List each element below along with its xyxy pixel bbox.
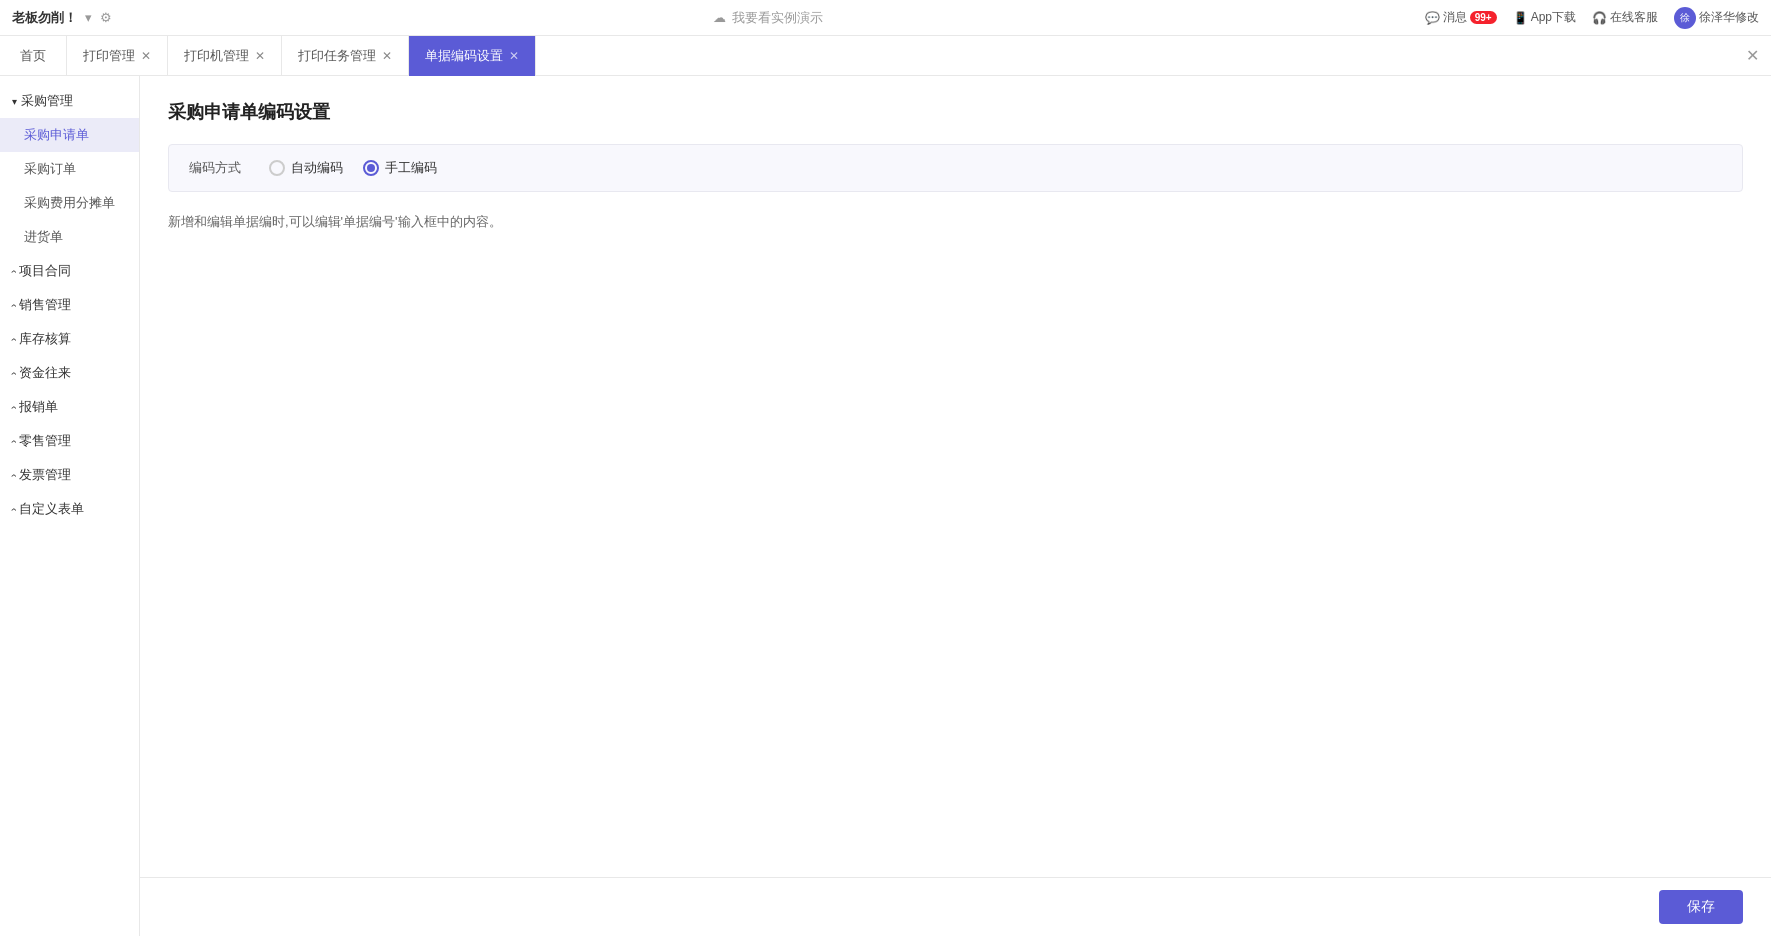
radio-auto-label: 自动编码 <box>291 159 343 177</box>
sidebar-group-label-returns: 报销单 <box>19 398 58 416</box>
sidebar-group-label-invoice-mgmt: 发票管理 <box>19 466 71 484</box>
encoding-section: 编码方式 自动编码 手工编码 <box>168 144 1743 192</box>
chevron-purchase-mgmt-icon: ▾ <box>12 96 17 107</box>
chevron-down-icon[interactable]: ▾ <box>85 10 92 25</box>
chevron-inventory-icon: › <box>8 337 19 340</box>
tab-barcode-settings-close[interactable]: ✕ <box>509 49 519 63</box>
online-service-btn[interactable]: 🎧 在线客服 <box>1592 9 1658 26</box>
chevron-funds-icon: › <box>8 371 19 374</box>
radio-group-encoding: 自动编码 手工编码 <box>269 159 437 177</box>
sidebar-group-retail-mgmt: › 零售管理 <box>0 424 139 458</box>
sidebar-group-label-sales-mgmt: 销售管理 <box>19 296 71 314</box>
sidebar-group-header-retail-mgmt[interactable]: › 零售管理 <box>0 424 139 458</box>
sidebar-group-header-purchase-mgmt[interactable]: ▾ 采购管理 <box>0 84 139 118</box>
sidebar-group-label-funds: 资金往来 <box>19 364 71 382</box>
sidebar-group-funds: › 资金往来 <box>0 356 139 390</box>
sidebar-group-label-project-contract: 项目合同 <box>19 262 71 280</box>
tab-home[interactable]: 首页 <box>0 36 67 76</box>
user-menu-btn[interactable]: 徐 徐泽华修改 <box>1674 7 1759 29</box>
notification-btn[interactable]: 💬 消息 99+ <box>1425 9 1497 26</box>
cloud-icon: ☁ <box>713 10 726 25</box>
message-icon: 💬 <box>1425 11 1440 25</box>
sidebar-group-custom-forms: › 自定义表单 <box>0 492 139 526</box>
sidebar-group-header-project-contract[interactable]: › 项目合同 <box>0 254 139 288</box>
chevron-custom-forms-icon: › <box>8 507 19 510</box>
content-area: 采购申请单编码设置 编码方式 自动编码 手工编码 新增和编辑单据编时,可以编辑'… <box>140 76 1771 936</box>
top-bar: 老板勿削！ ▾ ⚙ ☁ 我要看实例演示 💬 消息 99+ 📱 App下载 🎧 在… <box>0 0 1771 36</box>
radio-auto-encoding[interactable]: 自动编码 <box>269 159 343 177</box>
headset-icon: 🎧 <box>1592 11 1607 25</box>
app-download-label: App下载 <box>1531 9 1576 26</box>
top-bar-center: ☁ 我要看实例演示 <box>713 9 823 27</box>
page-title: 采购申请单编码设置 <box>168 100 1743 124</box>
avatar: 徐 <box>1674 7 1696 29</box>
sidebar-group-purchase-mgmt: ▾ 采购管理 采购申请单 采购订单 采购费用分摊单 进货单 <box>0 84 139 254</box>
tab-bar: 首页 打印管理 ✕ 打印机管理 ✕ 打印任务管理 ✕ 单据编码设置 ✕ ✕ <box>0 36 1771 76</box>
sidebar-group-header-custom-forms[interactable]: › 自定义表单 <box>0 492 139 526</box>
main-layout: ▾ 采购管理 采购申请单 采购订单 采购费用分摊单 进货单 › 项目合同 › 销… <box>0 76 1771 936</box>
tab-barcode-settings[interactable]: 单据编码设置 ✕ <box>409 36 536 76</box>
sidebar-group-label-custom-forms: 自定义表单 <box>19 500 84 518</box>
tab-print-task-mgmt-label: 打印任务管理 <box>298 47 376 65</box>
chevron-invoice-mgmt-icon: › <box>8 473 19 476</box>
sidebar-group-header-inventory[interactable]: › 库存核算 <box>0 322 139 356</box>
phone-icon: 📱 <box>1513 11 1528 25</box>
app-download-btn[interactable]: 📱 App下载 <box>1513 9 1576 26</box>
tab-print-mgmt-close[interactable]: ✕ <box>141 49 151 63</box>
sidebar-group-label-inventory: 库存核算 <box>19 330 71 348</box>
online-service-label: 在线客服 <box>1610 9 1658 26</box>
tab-printer-mgmt-label: 打印机管理 <box>184 47 249 65</box>
logo-text: 老板勿削！ <box>12 9 77 27</box>
sidebar-group-header-funds[interactable]: › 资金往来 <box>0 356 139 390</box>
sidebar-item-stock-in[interactable]: 进货单 <box>0 220 139 254</box>
gear-icon[interactable]: ⚙ <box>100 10 112 25</box>
tab-home-label: 首页 <box>20 47 46 65</box>
chevron-returns-icon: › <box>8 405 19 408</box>
tab-print-task-mgmt[interactable]: 打印任务管理 ✕ <box>282 36 409 76</box>
sidebar-group-project-contract: › 项目合同 <box>0 254 139 288</box>
sidebar-group-returns: › 报销单 <box>0 390 139 424</box>
radio-manual-label: 手工编码 <box>385 159 437 177</box>
sidebar-item-purchase-order[interactable]: 采购订单 <box>0 152 139 186</box>
user-name: 徐泽华修改 <box>1699 9 1759 26</box>
save-button[interactable]: 保存 <box>1659 890 1743 924</box>
tab-printer-mgmt-close[interactable]: ✕ <box>255 49 265 63</box>
tab-barcode-settings-label: 单据编码设置 <box>425 47 503 65</box>
notification-label: 消息 <box>1443 9 1467 26</box>
chevron-sales-mgmt-icon: › <box>8 303 19 306</box>
chevron-project-contract-icon: › <box>8 269 19 272</box>
radio-manual-circle <box>363 160 379 176</box>
content-footer: 保存 <box>140 877 1771 936</box>
sidebar-group-sales-mgmt: › 销售管理 <box>0 288 139 322</box>
sidebar-group-header-sales-mgmt[interactable]: › 销售管理 <box>0 288 139 322</box>
sidebar-item-purchase-request[interactable]: 采购申请单 <box>0 118 139 152</box>
sidebar-group-label-purchase-mgmt: 采购管理 <box>21 92 73 110</box>
hint-text: 新增和编辑单据编时,可以编辑'单据编号'输入框中的内容。 <box>168 212 1743 233</box>
radio-auto-circle <box>269 160 285 176</box>
tab-print-task-mgmt-close[interactable]: ✕ <box>382 49 392 63</box>
window-close-icon[interactable]: ✕ <box>1746 46 1759 65</box>
tab-bar-end: ✕ <box>1746 46 1771 65</box>
tab-print-mgmt[interactable]: 打印管理 ✕ <box>67 36 168 76</box>
search-hint[interactable]: 我要看实例演示 <box>732 9 823 27</box>
sidebar-group-header-invoice-mgmt[interactable]: › 发票管理 <box>0 458 139 492</box>
sidebar-group-inventory: › 库存核算 <box>0 322 139 356</box>
chevron-retail-mgmt-icon: › <box>8 439 19 442</box>
encoding-label: 编码方式 <box>189 159 241 177</box>
sidebar: ▾ 采购管理 采购申请单 采购订单 采购费用分摊单 进货单 › 项目合同 › 销… <box>0 76 140 936</box>
notification-badge: 99+ <box>1470 11 1497 24</box>
content-inner: 采购申请单编码设置 编码方式 自动编码 手工编码 新增和编辑单据编时,可以编辑'… <box>140 76 1771 877</box>
top-bar-right: 💬 消息 99+ 📱 App下载 🎧 在线客服 徐 徐泽华修改 <box>1425 7 1759 29</box>
sidebar-group-invoice-mgmt: › 发票管理 <box>0 458 139 492</box>
sidebar-group-label-retail-mgmt: 零售管理 <box>19 432 71 450</box>
tab-printer-mgmt[interactable]: 打印机管理 ✕ <box>168 36 282 76</box>
tab-print-mgmt-label: 打印管理 <box>83 47 135 65</box>
sidebar-item-purchase-expense[interactable]: 采购费用分摊单 <box>0 186 139 220</box>
sidebar-group-header-returns[interactable]: › 报销单 <box>0 390 139 424</box>
radio-manual-encoding[interactable]: 手工编码 <box>363 159 437 177</box>
top-bar-left: 老板勿削！ ▾ ⚙ <box>12 9 112 27</box>
